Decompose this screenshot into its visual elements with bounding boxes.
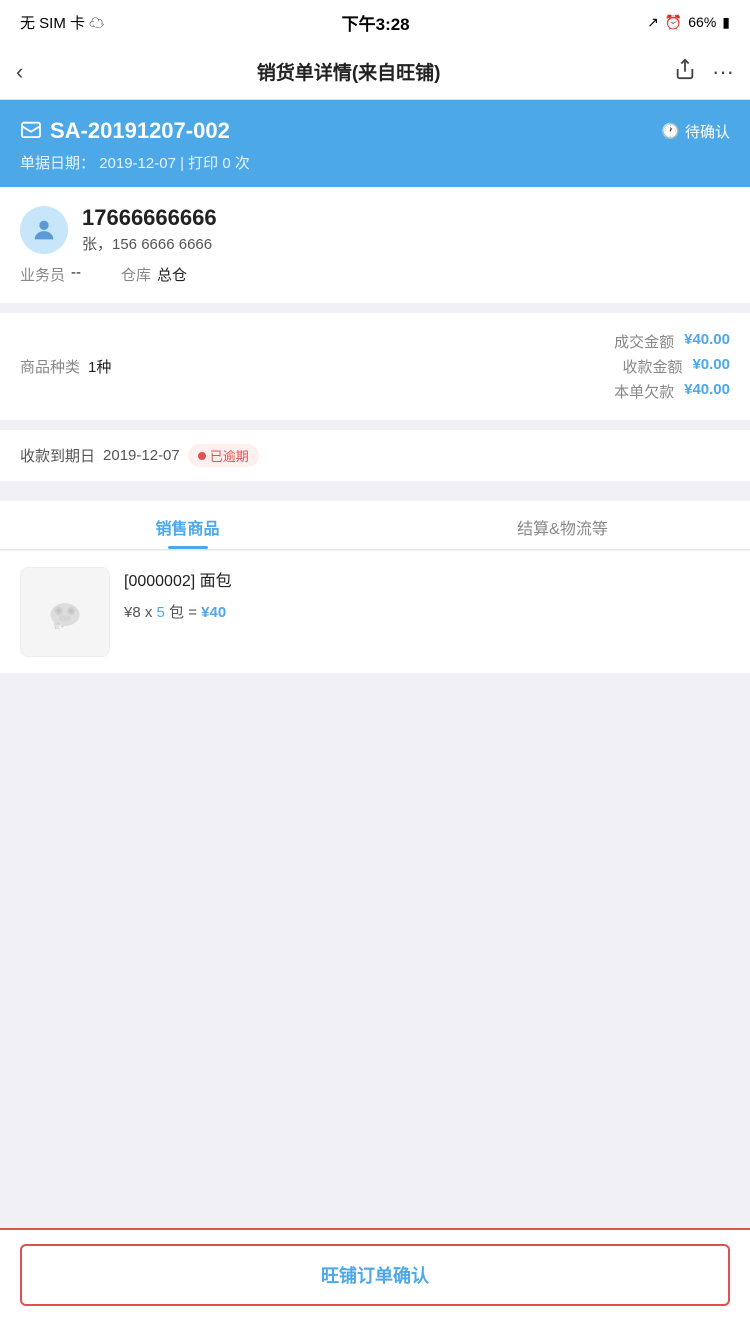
customer-phone: 17666666666	[82, 205, 217, 231]
location-icon: ↗	[647, 14, 659, 31]
customer-meta: 业务员 -- 仓库 总仓	[20, 264, 730, 285]
nav-left[interactable]: ‹	[16, 59, 23, 85]
print-info: 打印 0 次	[188, 155, 250, 172]
divider-3	[0, 481, 750, 491]
product-image: 管+	[20, 567, 110, 657]
order-icon	[20, 118, 42, 144]
customer-info-card: 17666666666 张，156 6666 6666 业务员 -- 仓库 总仓	[0, 187, 750, 303]
product-card: 管+ [0000002] 面包 ¥8 x 5 包 = ¥40	[0, 551, 750, 673]
tab-sales-product[interactable]: 销售商品	[0, 501, 375, 549]
nav-bar: ‹ 销货单详情(来自旺铺) ···	[0, 44, 750, 100]
divider-2	[0, 420, 750, 430]
summary-right: 成交金额 ¥40.00 收款金额 ¥0.00 本单欠款 ¥40.00	[614, 331, 730, 402]
summary-card: 商品种类 1种 成交金额 ¥40.00 收款金额 ¥0.00 本单欠款 ¥40.…	[0, 313, 750, 420]
warehouse-label: 仓库	[121, 264, 151, 285]
owed-row: 本单欠款 ¥40.00	[614, 381, 730, 402]
collected-label: 收款金额	[622, 356, 682, 377]
no-sim-text: 无 SIM 卡 ☁	[20, 12, 104, 33]
battery-text: 66%	[688, 14, 716, 30]
confirm-order-button[interactable]: 旺铺订单确认	[20, 1244, 730, 1306]
overdue-badge: 已逾期	[188, 444, 259, 467]
product-code: [0000002]	[124, 573, 195, 590]
overdue-text: 已逾期	[210, 446, 249, 465]
more-button[interactable]: ···	[712, 59, 734, 85]
multiply-sign: x	[145, 604, 157, 621]
collected-value: ¥0.00	[692, 356, 730, 377]
sales-value: --	[71, 264, 81, 285]
due-date-label: 收款到期日	[20, 445, 95, 466]
date-label: 单据日期：	[20, 155, 95, 172]
product-price: ¥8 x 5 包 = ¥40	[124, 601, 730, 622]
product-info: [0000002] 面包 ¥8 x 5 包 = ¥40	[124, 567, 730, 622]
avatar	[20, 206, 68, 254]
back-button[interactable]: ‹	[16, 59, 23, 85]
product-title: 面包	[200, 573, 232, 590]
warehouse-meta: 仓库 总仓	[121, 264, 187, 285]
tab-settlement[interactable]: 结算&物流等	[375, 501, 750, 549]
order-header: SA-20191207-002 🕐 待确认 单据日期： 2019-12-07 |…	[0, 100, 750, 187]
divider-1	[0, 303, 750, 313]
bottom-area	[0, 673, 750, 833]
customer-row: 17666666666 张，156 6666 6666	[20, 205, 730, 254]
product-type-value: 1种	[88, 356, 111, 377]
equals-sign: =	[188, 604, 201, 621]
nav-title: 销货单详情(来自旺铺)	[257, 58, 441, 85]
order-date: 2019-12-07	[99, 155, 176, 172]
transaction-label: 成交金额	[614, 331, 674, 352]
overdue-dot-icon	[198, 452, 206, 460]
transaction-row: 成交金额 ¥40.00	[614, 331, 730, 352]
sales-meta: 业务员 --	[20, 264, 81, 285]
due-date-value: 2019-12-07	[103, 447, 180, 464]
owed-value: ¥40.00	[684, 381, 730, 402]
total-value: ¥40	[201, 604, 226, 621]
status-text: 待确认	[685, 121, 730, 142]
battery-icon: ▮	[722, 14, 730, 31]
transaction-value: ¥40.00	[684, 331, 730, 352]
tabs-bar: 销售商品 结算&物流等	[0, 501, 750, 550]
customer-details: 17666666666 张，156 6666 6666	[82, 205, 217, 254]
order-id-row: SA-20191207-002 🕐 待确认	[20, 118, 730, 144]
due-date-card: 收款到期日 2019-12-07 已逾期	[0, 430, 750, 481]
summary-row: 商品种类 1种 成交金额 ¥40.00 收款金额 ¥0.00 本单欠款 ¥40.…	[20, 331, 730, 402]
status-right: ↗ ⏰ 66% ▮	[647, 14, 730, 31]
confirm-button-wrapper: 旺铺订单确认	[0, 1228, 750, 1334]
price-value: ¥8	[124, 604, 141, 621]
clock-icon: 🕐	[661, 122, 680, 140]
date-separator: |	[180, 155, 188, 172]
nav-right[interactable]: ···	[674, 58, 734, 86]
summary-left: 商品种类 1种	[20, 356, 111, 377]
order-status: 🕐 待确认	[661, 121, 730, 142]
collected-row: 收款金额 ¥0.00	[622, 356, 730, 377]
product-name: [0000002] 面包	[124, 567, 730, 591]
product-type-label: 商品种类	[20, 356, 80, 377]
status-time: 下午3:28	[342, 10, 410, 35]
order-id-text: SA-20191207-002	[50, 118, 230, 144]
sales-label: 业务员	[20, 264, 65, 285]
quantity-value: 5	[157, 604, 165, 621]
status-bar: 无 SIM 卡 ☁ 下午3:28 ↗ ⏰ 66% ▮	[0, 0, 750, 44]
owed-label: 本单欠款	[614, 381, 674, 402]
share-button[interactable]	[674, 58, 696, 86]
customer-name: 张，156 6666 6666	[82, 233, 217, 254]
order-date-row: 单据日期： 2019-12-07 | 打印 0 次	[20, 152, 730, 173]
warehouse-value: 总仓	[157, 264, 187, 285]
order-id: SA-20191207-002	[20, 118, 230, 144]
status-left: 无 SIM 卡 ☁	[20, 12, 104, 33]
unit-text: 包	[169, 604, 184, 621]
alarm-icon: ⏰	[665, 14, 682, 31]
